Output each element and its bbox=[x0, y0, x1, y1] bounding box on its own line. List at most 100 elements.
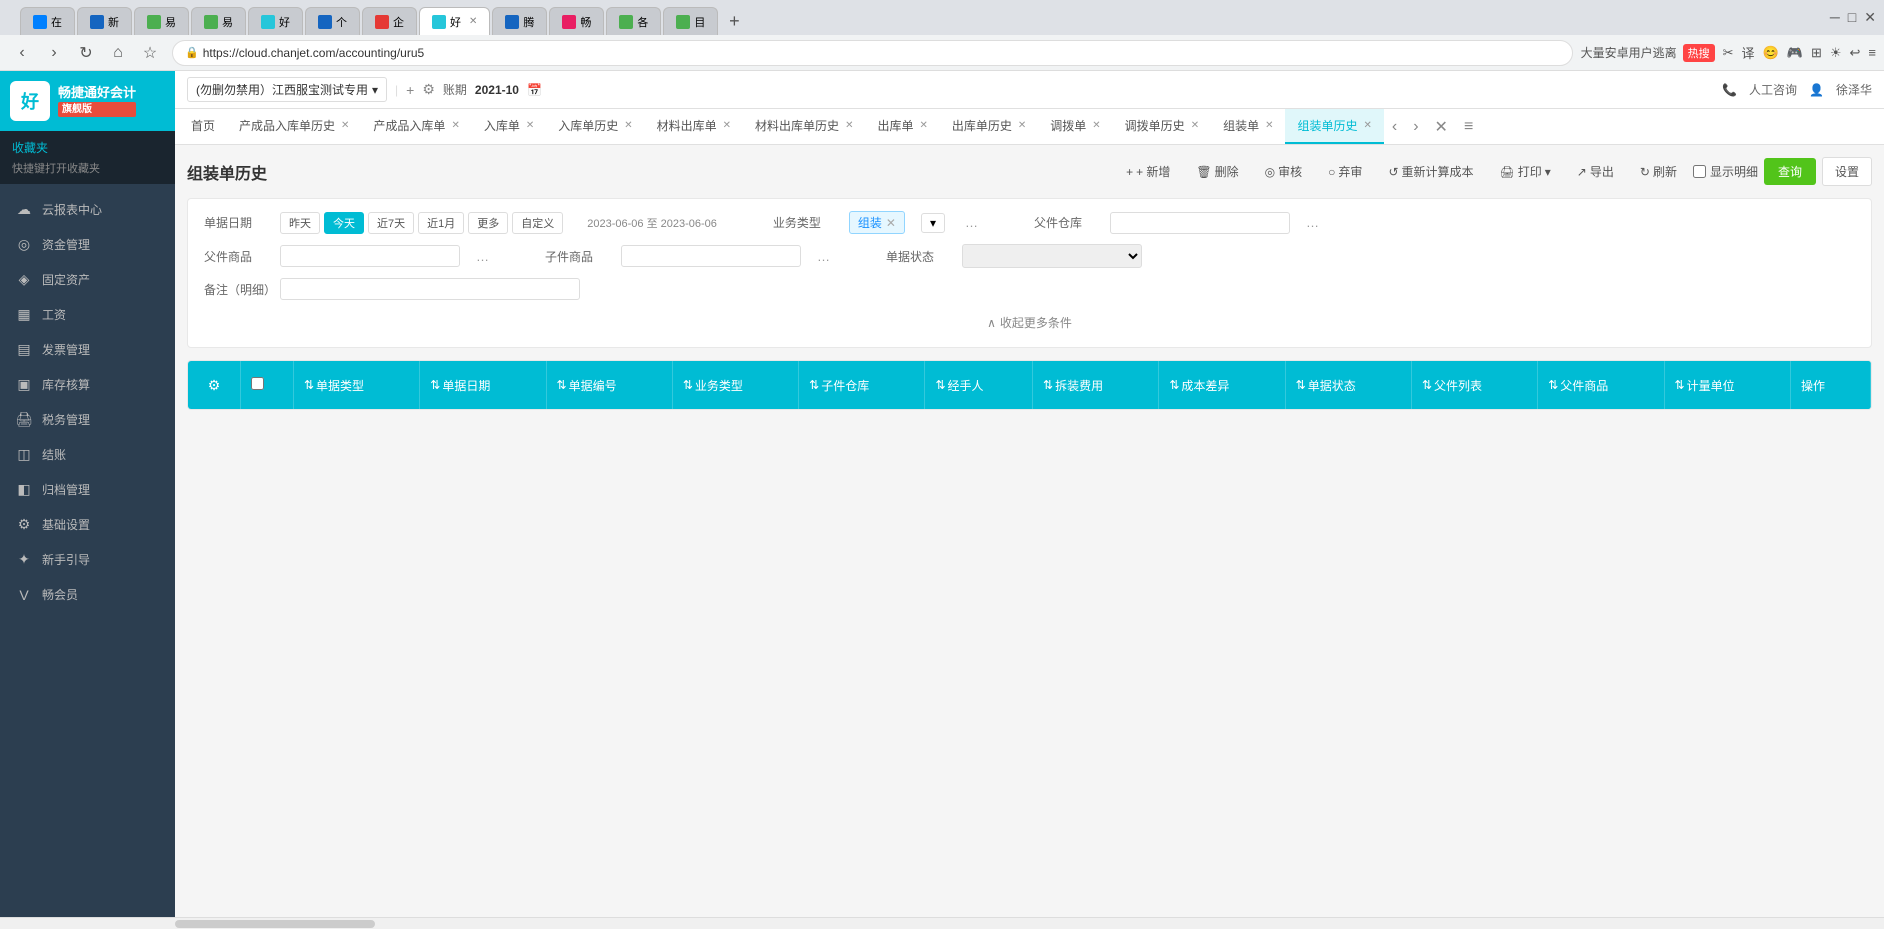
tab-in-history-close[interactable]: ✕ bbox=[624, 120, 632, 131]
tab-material-out[interactable]: 材料出库单 ✕ bbox=[645, 109, 743, 144]
col-child-warehouse-header[interactable]: ⇅ 子件仓库 bbox=[799, 361, 925, 409]
col-parent-goods-header[interactable]: ⇅ 父件商品 bbox=[1538, 361, 1664, 409]
sidebar-item-archive-mgmt[interactable]: ◧ 归档管理 bbox=[0, 472, 175, 507]
query-button[interactable]: 查询 bbox=[1764, 158, 1816, 185]
tab-produce-in-history[interactable]: 产成品入库单历史 ✕ bbox=[227, 109, 361, 144]
tab-out-history[interactable]: 出库单历史 ✕ bbox=[940, 109, 1038, 144]
add-button[interactable]: + + 新增 bbox=[1116, 158, 1180, 185]
refresh-browser-button[interactable]: ↻ bbox=[72, 39, 100, 67]
biz-type-tag-close[interactable]: ✕ bbox=[886, 216, 896, 230]
col-unit-header[interactable]: ⇅ 计量单位 bbox=[1664, 361, 1790, 409]
sun-icon[interactable]: ☀ bbox=[1830, 45, 1842, 61]
sidebar-item-salary[interactable]: ▦ 工资 bbox=[0, 297, 175, 332]
translate-icon[interactable]: 译 bbox=[1742, 43, 1755, 62]
tab-in-order-close[interactable]: ✕ bbox=[526, 120, 534, 131]
sidebar-item-invoice-mgmt[interactable]: ▤ 发票管理 bbox=[0, 332, 175, 367]
col-bill-no-header[interactable]: ⇅ 单据编号 bbox=[546, 361, 672, 409]
biz-type-dropdown[interactable]: ▾ bbox=[921, 213, 945, 233]
parent-goods-more-btn[interactable]: … bbox=[476, 249, 489, 264]
recalc-button[interactable]: ↺ 重新计算成本 bbox=[1378, 158, 1483, 185]
settings-company-button[interactable]: ⚙ bbox=[422, 81, 435, 98]
tab-transfer-close[interactable]: ✕ bbox=[1092, 120, 1100, 131]
select-all-checkbox[interactable] bbox=[251, 377, 264, 390]
maximize-button[interactable]: □ bbox=[1848, 9, 1856, 26]
sidebar-item-guide[interactable]: ✦ 新手引导 bbox=[0, 542, 175, 577]
browser-tab-1[interactable]: 在 bbox=[20, 7, 75, 35]
refresh-button[interactable]: ↻ 刷新 bbox=[1630, 158, 1687, 185]
date-btn-yesterday[interactable]: 昨天 bbox=[280, 212, 320, 234]
parent-warehouse-more-btn[interactable]: … bbox=[1306, 215, 1319, 230]
tab-home[interactable]: 首页 bbox=[179, 109, 227, 144]
abandon-button[interactable]: ○ 弃审 bbox=[1318, 158, 1372, 185]
bill-status-select[interactable] bbox=[962, 244, 1142, 268]
add-company-button[interactable]: + bbox=[406, 82, 414, 98]
parent-goods-input[interactable] bbox=[280, 245, 460, 267]
tab-scroll-right[interactable]: › bbox=[1405, 114, 1426, 140]
star-button[interactable]: ☆ bbox=[136, 39, 164, 67]
tab-out-order-close[interactable]: ✕ bbox=[919, 120, 927, 131]
print-button[interactable]: 🖨 打印 ▾ bbox=[1490, 158, 1561, 185]
browser-tab-9[interactable]: 腾 bbox=[492, 7, 547, 35]
col-checkbox-header[interactable] bbox=[241, 361, 294, 409]
browser-tab-4[interactable]: 易 bbox=[191, 7, 246, 35]
sidebar-item-basic-settings[interactable]: ⚙ 基础设置 bbox=[0, 507, 175, 542]
col-bill-type-header[interactable]: ⇅ 单据类型 bbox=[293, 361, 419, 409]
forward-button[interactable]: › bbox=[40, 39, 68, 67]
col-settings-button[interactable]: ⚙ bbox=[198, 369, 230, 401]
browser-tab-5[interactable]: 好 bbox=[248, 7, 303, 35]
date-btn-1month[interactable]: 近1月 bbox=[418, 212, 464, 234]
browser-tab-8[interactable]: 好 ✕ bbox=[419, 7, 490, 35]
company-selector[interactable]: (勿删勿禁用）江西服宝测试专用 ▾ bbox=[187, 77, 387, 102]
delete-button[interactable]: 🗑 删除 bbox=[1186, 158, 1248, 185]
tab-in-order[interactable]: 入库单 ✕ bbox=[472, 109, 546, 144]
minimize-button[interactable]: ─ bbox=[1830, 9, 1840, 26]
browser-tab-10[interactable]: 畅 bbox=[549, 7, 604, 35]
date-btn-today[interactable]: 今天 bbox=[324, 212, 364, 234]
window-controls[interactable]: ─ □ ✕ bbox=[1830, 9, 1876, 26]
browser-tab-7[interactable]: 企 bbox=[362, 7, 417, 35]
tab-in-history[interactable]: 入库单历史 ✕ bbox=[546, 109, 644, 144]
col-bill-date-header[interactable]: ⇅ 单据日期 bbox=[420, 361, 546, 409]
show-detail-checkbox[interactable] bbox=[1693, 165, 1706, 178]
menu-icon[interactable]: ≡ bbox=[1868, 45, 1876, 60]
sidebar-favorites[interactable]: 收藏夹 快捷键打开收藏夹 bbox=[0, 131, 175, 184]
tab-produce-in[interactable]: 产成品入库单 ✕ bbox=[361, 109, 471, 144]
tab-produce-in-history-close[interactable]: ✕ bbox=[341, 120, 349, 131]
show-detail-checkbox-label[interactable]: 显示明细 bbox=[1693, 163, 1758, 180]
back-button[interactable]: ‹ bbox=[8, 39, 36, 67]
sidebar-item-tax-mgmt[interactable]: 🖨 税务管理 bbox=[0, 402, 175, 437]
tab-assemble[interactable]: 组装单 ✕ bbox=[1211, 109, 1285, 144]
tab-scroll-left[interactable]: ‹ bbox=[1384, 114, 1405, 140]
tab-transfer[interactable]: 调拨单 ✕ bbox=[1038, 109, 1112, 144]
date-btn-more[interactable]: 更多 bbox=[468, 212, 508, 234]
browser-tab-3[interactable]: 易 bbox=[134, 7, 189, 35]
tab-out-order[interactable]: 出库单 ✕ bbox=[865, 109, 939, 144]
address-input[interactable]: 🔒 https://cloud.chanjet.com/accounting/u… bbox=[172, 40, 1573, 66]
browser-tab-2[interactable]: 新 bbox=[77, 7, 132, 35]
close-button[interactable]: ✕ bbox=[1864, 9, 1876, 26]
col-cost-diff-header[interactable]: ⇅ 成本差异 bbox=[1159, 361, 1285, 409]
calendar-icon[interactable]: 📅 bbox=[527, 83, 542, 97]
tab-transfer-history[interactable]: 调拨单历史 ✕ bbox=[1113, 109, 1211, 144]
browser-tab-12[interactable]: 目 bbox=[663, 7, 718, 35]
tab-transfer-history-close[interactable]: ✕ bbox=[1191, 120, 1199, 131]
browser-tab-11[interactable]: 各 bbox=[606, 7, 661, 35]
date-btn-custom[interactable]: 自定义 bbox=[512, 212, 563, 234]
col-parent-list-header[interactable]: ⇅ 父件列表 bbox=[1411, 361, 1537, 409]
help-text[interactable]: 人工咨询 bbox=[1749, 81, 1797, 98]
remark-input[interactable] bbox=[280, 278, 580, 300]
child-goods-input[interactable] bbox=[621, 245, 801, 267]
tab-close-all[interactable]: ✕ bbox=[1427, 113, 1456, 141]
browser-tab-6[interactable]: 个 bbox=[305, 7, 360, 35]
tab-material-out-history-close[interactable]: ✕ bbox=[845, 120, 853, 131]
sidebar-item-fixed-assets[interactable]: ◈ 固定资产 bbox=[0, 262, 175, 297]
tab-material-out-history[interactable]: 材料出库单历史 ✕ bbox=[743, 109, 865, 144]
col-disassemble-fee-header[interactable]: ⇅ 拆装费用 bbox=[1033, 361, 1159, 409]
col-biz-type-header[interactable]: ⇅ 业务类型 bbox=[672, 361, 798, 409]
game-icon[interactable]: 🎮 bbox=[1787, 45, 1803, 61]
collapse-button[interactable]: ∧ 收起更多条件 bbox=[204, 310, 1855, 335]
sidebar-item-vip[interactable]: V 畅会员 bbox=[0, 577, 175, 612]
home-browser-button[interactable]: ⌂ bbox=[104, 39, 132, 67]
export-button[interactable]: ↗ 导出 bbox=[1567, 158, 1624, 185]
settings-button[interactable]: 设置 bbox=[1822, 157, 1872, 186]
